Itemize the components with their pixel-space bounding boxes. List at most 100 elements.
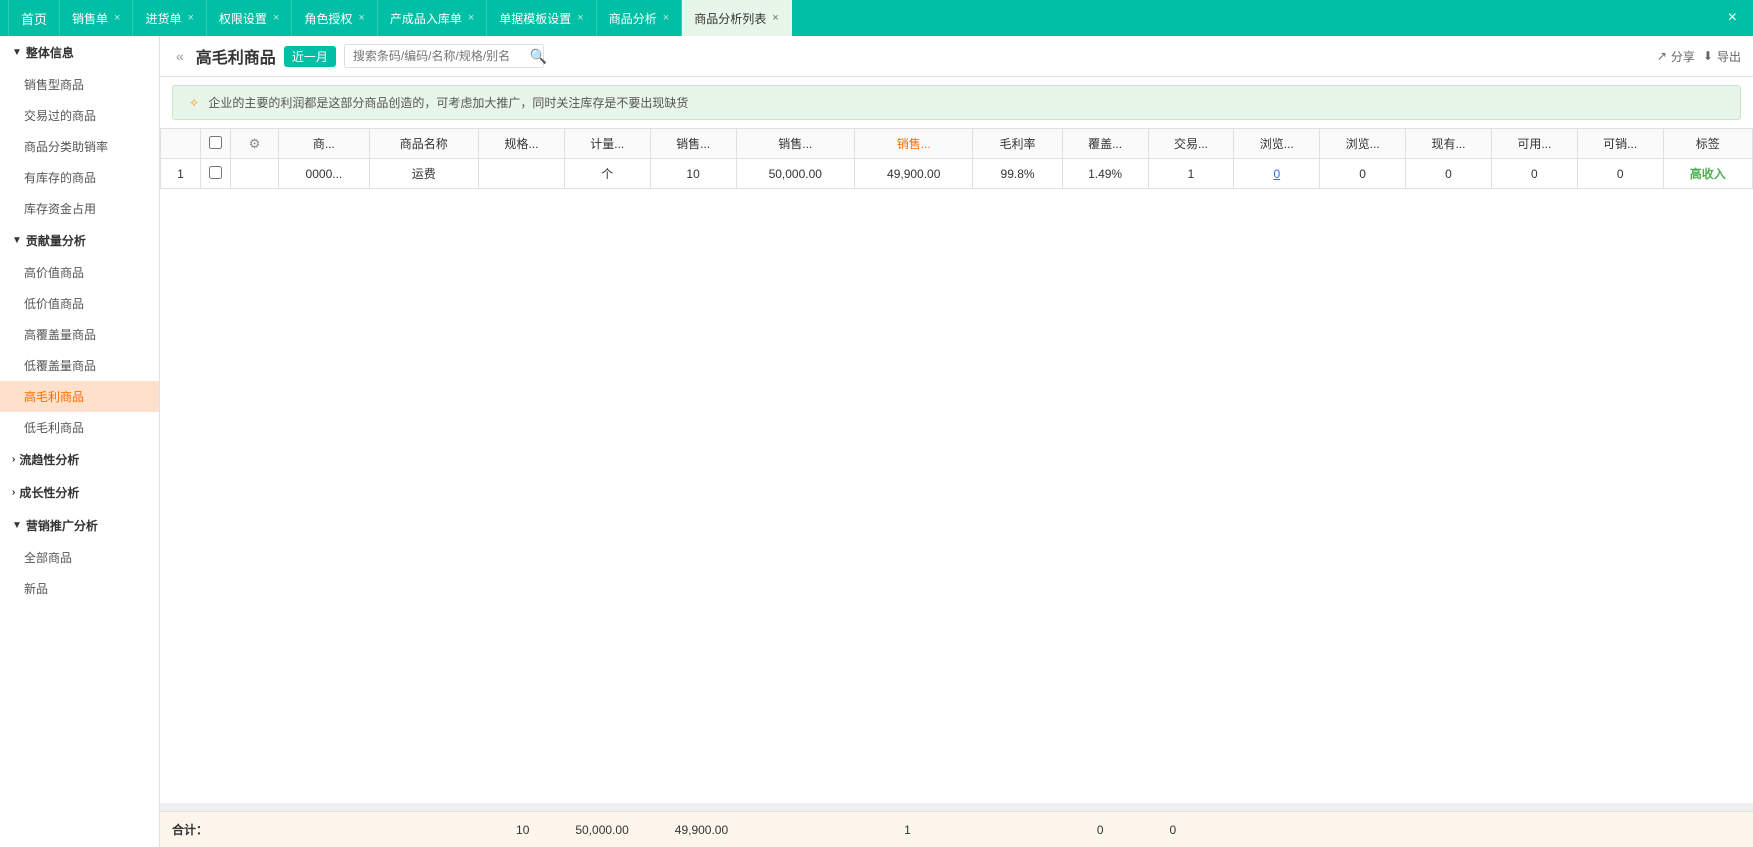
- share-button[interactable]: ↗ 分享: [1657, 48, 1695, 65]
- nav-tab-product-in[interactable]: 产成品入库单 ×: [378, 0, 487, 36]
- sidebar-group-contribution[interactable]: ▼ 贡献量分析: [0, 224, 159, 257]
- product-table: ⚙ 商... 商品名称 规格... 计量...: [160, 128, 1753, 189]
- nav-tab-role[interactable]: 角色授权 ×: [292, 0, 377, 36]
- cell-unit: 个: [564, 159, 650, 189]
- nav-tab-analysis-list[interactable]: 商品分析列表 ×: [682, 0, 791, 36]
- nav-tab-sales[interactable]: 销售单 ×: [60, 0, 133, 36]
- table-header-row: ⚙ 商... 商品名称 规格... 计量...: [161, 129, 1753, 159]
- col-header-unit[interactable]: 计量...: [564, 129, 650, 159]
- close-tab-product-analysis[interactable]: ×: [663, 12, 669, 24]
- footer-sales-qty: 10: [508, 823, 537, 837]
- sidebar-item-high-margin[interactable]: 高毛利商品: [0, 381, 159, 412]
- col-header-gross-rate[interactable]: 毛利率: [973, 129, 1062, 159]
- col-header-browse2[interactable]: 浏览...: [1320, 129, 1406, 159]
- footer-current-stock: 0: [1089, 823, 1112, 837]
- close-tab-analysis-list[interactable]: ×: [772, 12, 778, 24]
- sidebar-item-high-value[interactable]: 高价值商品: [0, 257, 159, 288]
- export-icon: ⬇: [1703, 49, 1713, 63]
- top-navigation: 首页 销售单 × 进货单 × 权限设置 × 角色授权 × 产成品入库单 × 单据…: [0, 0, 1753, 36]
- sidebar-item-high-coverage[interactable]: 高覆盖量商品: [0, 319, 159, 350]
- close-tab-role[interactable]: ×: [358, 12, 364, 24]
- col-header-current-stock[interactable]: 现有...: [1406, 129, 1492, 159]
- select-all-checkbox[interactable]: [209, 136, 222, 149]
- col-header-code[interactable]: 商...: [279, 129, 369, 159]
- close-tab-purchase[interactable]: ×: [187, 12, 193, 24]
- cell-trade: 1: [1148, 159, 1234, 189]
- footer-total-bar: 合计： 10 50,000.00 49,900.00 1 0 0: [160, 811, 1753, 847]
- sidebar-group-overall[interactable]: ▼ 整体信息: [0, 36, 159, 69]
- close-tab-template[interactable]: ×: [577, 12, 583, 24]
- col-header-browse1[interactable]: 浏览...: [1234, 129, 1320, 159]
- sidebar-item-traded-goods[interactable]: 交易过的商品: [0, 100, 159, 131]
- search-icon[interactable]: 🔍: [530, 48, 547, 65]
- cell-sales-profit: 49,900.00: [854, 159, 972, 189]
- arrow-marketing: ▼: [12, 520, 22, 531]
- sidebar-item-stock-fund[interactable]: 库存资金占用: [0, 193, 159, 224]
- sidebar-item-stocked-goods[interactable]: 有库存的商品: [0, 162, 159, 193]
- col-header-spec[interactable]: 规格...: [479, 129, 565, 159]
- close-tab-product-in[interactable]: ×: [468, 12, 474, 24]
- col-header-checkbox[interactable]: [201, 129, 231, 159]
- search-input[interactable]: [344, 44, 544, 68]
- cell-gross-rate: 99.8%: [973, 159, 1062, 189]
- sidebar-collapse-btn[interactable]: «: [172, 46, 188, 66]
- col-header-tag[interactable]: 标签: [1663, 129, 1752, 159]
- cell-checkbox[interactable]: [201, 159, 231, 189]
- col-header-index: [161, 129, 201, 159]
- cell-coverage: 1.49%: [1062, 159, 1148, 189]
- col-header-settings[interactable]: ⚙: [231, 129, 279, 159]
- cell-browse2: 0: [1320, 159, 1406, 189]
- sidebar-item-new-goods[interactable]: 新品: [0, 573, 159, 604]
- close-tab-permission[interactable]: ×: [273, 12, 279, 24]
- footer-values: 10 50,000.00 49,900.00 1 0 0: [228, 823, 1741, 837]
- sidebar: ▼ 整体信息 销售型商品 交易过的商品 商品分类助销率 有库存的商品 库存资金占…: [0, 36, 160, 847]
- close-all-tabs[interactable]: ×: [1720, 9, 1745, 27]
- footer-label: 合计：: [172, 821, 208, 838]
- sidebar-group-trend[interactable]: › 流趋性分析: [0, 443, 159, 476]
- filter-recent-month[interactable]: 近一月: [284, 46, 336, 67]
- nav-tab-permission[interactable]: 权限设置 ×: [207, 0, 292, 36]
- nav-tab-purchase[interactable]: 进货单 ×: [133, 0, 206, 36]
- cell-code: 0000...: [279, 159, 369, 189]
- sidebar-item-sales-goods[interactable]: 销售型商品: [0, 69, 159, 100]
- table-row: 1 0000... 运费 个 10 50,000.00 49,900.00 99…: [161, 159, 1753, 189]
- content-header: « 高毛利商品 近一月 🔍 ↗ 分享 ⬇ 导出: [160, 36, 1753, 77]
- col-header-name[interactable]: 商品名称: [369, 129, 478, 159]
- sidebar-group-marketing[interactable]: ▼ 营销推广分析: [0, 509, 159, 542]
- nav-tab-template[interactable]: 单据模板设置 ×: [487, 0, 596, 36]
- col-header-available[interactable]: 可用...: [1491, 129, 1577, 159]
- col-header-sales-amt[interactable]: 销售...: [736, 129, 854, 159]
- cell-name: 运费: [369, 159, 478, 189]
- col-header-trade[interactable]: 交易...: [1148, 129, 1234, 159]
- col-header-coverage[interactable]: 覆盖...: [1062, 129, 1148, 159]
- nav-tab-home[interactable]: 首页: [8, 0, 60, 36]
- cell-browse1[interactable]: 0: [1234, 159, 1320, 189]
- sidebar-item-all-goods[interactable]: 全部商品: [0, 542, 159, 573]
- horizontal-scrollbar[interactable]: [160, 803, 1753, 811]
- info-icon: ✧: [189, 96, 199, 110]
- export-button[interactable]: ⬇ 导出: [1703, 48, 1741, 65]
- sidebar-item-low-coverage[interactable]: 低覆盖量商品: [0, 350, 159, 381]
- cell-sales-amt: 50,000.00: [736, 159, 854, 189]
- col-header-sales-profit[interactable]: 销售...: [854, 129, 972, 159]
- sidebar-item-low-margin[interactable]: 低毛利商品: [0, 412, 159, 443]
- arrow-overall: ▼: [12, 47, 22, 58]
- sidebar-item-category-rate[interactable]: 商品分类助销率: [0, 131, 159, 162]
- footer-trade: 1: [896, 823, 919, 837]
- cell-available: 0: [1491, 159, 1577, 189]
- nav-tab-product-analysis[interactable]: 商品分析 ×: [597, 0, 682, 36]
- footer-sales-amt: 50,000.00: [567, 823, 636, 837]
- settings-icon[interactable]: ⚙: [249, 136, 261, 151]
- content-area: « 高毛利商品 近一月 🔍 ↗ 分享 ⬇ 导出 ✧ 企业的主要的利润都是这部分商…: [160, 36, 1753, 847]
- sidebar-group-growth[interactable]: › 成长性分析: [0, 476, 159, 509]
- col-header-saleable[interactable]: 可销...: [1577, 129, 1663, 159]
- cell-index: 1: [161, 159, 201, 189]
- col-header-sales-qty[interactable]: 销售...: [650, 129, 736, 159]
- footer-available: 0: [1162, 823, 1185, 837]
- close-tab-sales[interactable]: ×: [114, 12, 120, 24]
- sidebar-item-low-value[interactable]: 低价值商品: [0, 288, 159, 319]
- table-wrapper[interactable]: ⚙ 商... 商品名称 规格... 计量...: [160, 128, 1753, 847]
- arrow-contribution: ▼: [12, 235, 22, 246]
- row-checkbox[interactable]: [209, 166, 222, 179]
- cell-spec: [479, 159, 565, 189]
